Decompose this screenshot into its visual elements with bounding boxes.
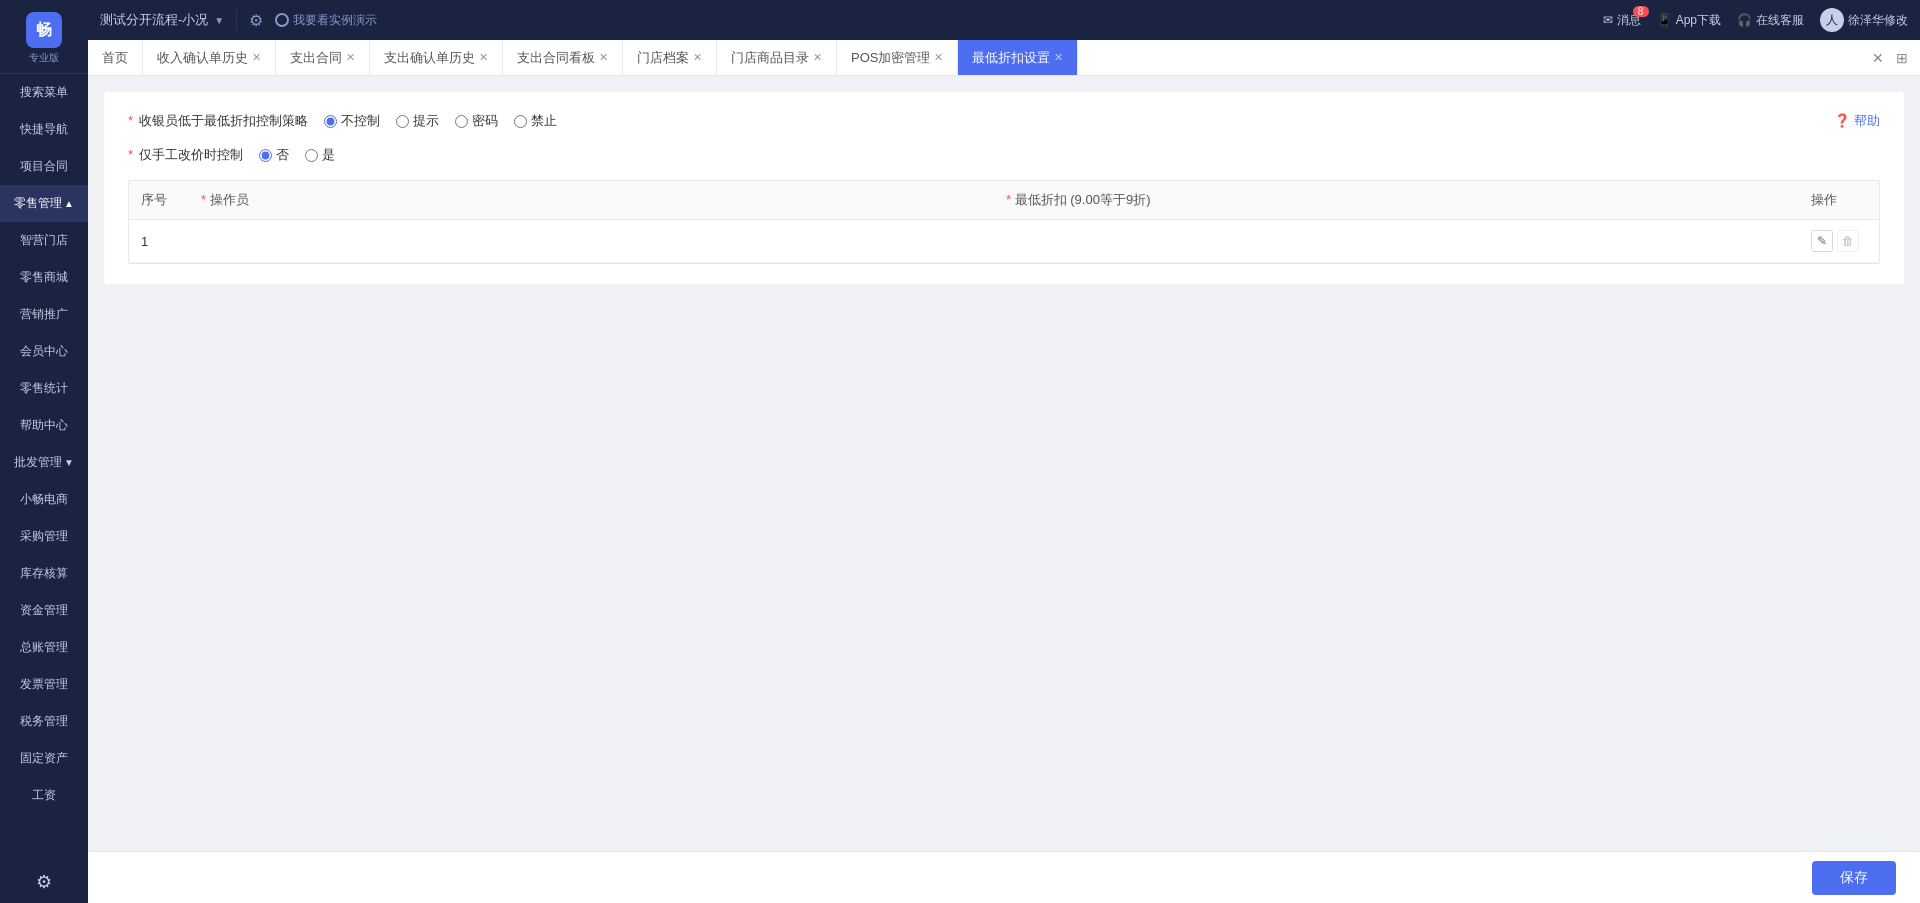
sidebar-item-project-contract[interactable]: 项目合同 [0, 148, 88, 185]
topbar-divider [236, 10, 237, 30]
project-arrow-icon: ▼ [214, 15, 224, 26]
manual-price-label: * 仅手工改价时控制 [128, 146, 243, 164]
demo-link[interactable]: 我要看实例演示 [275, 12, 377, 29]
topbar-right: ✉ 消息 8 📱 App下载 🎧 在线客服 人 徐泽华修改 [1603, 8, 1908, 32]
sidebar-item-fixed-assets[interactable]: 固定资产 [0, 740, 88, 777]
message-icon: ✉ [1603, 13, 1613, 27]
footer: 保存 [88, 851, 1920, 903]
table-body: 1 ✎ 🗑 [129, 220, 1879, 263]
sidebar-item-search[interactable]: 搜索菜单 [0, 74, 88, 111]
strategy-password[interactable]: 密码 [455, 112, 498, 130]
main-area: 测试分开流程-小况 ▼ ⚙ 我要看实例演示 ✉ 消息 8 📱 App下载 🎧 在… [88, 0, 1920, 903]
tab-min-discount-settings[interactable]: 最低折扣设置 ✕ [958, 40, 1078, 76]
online-service-button[interactable]: 🎧 在线客服 [1737, 12, 1804, 29]
tab-close-payment-confirm-hist[interactable]: ✕ [479, 51, 488, 64]
sidebar-item-tax-mgmt[interactable]: 税务管理 [0, 703, 88, 740]
sidebar-item-inventory[interactable]: 库存核算 [0, 555, 88, 592]
sidebar-item-purchase-mgmt[interactable]: 采购管理 [0, 518, 88, 555]
td-actions: ✎ 🗑 [1799, 220, 1879, 262]
tab-close-store-product-catalog[interactable]: ✕ [813, 51, 822, 64]
avatar: 人 [1820, 8, 1844, 32]
app-logo-text: 专业版 [29, 51, 59, 65]
user-profile[interactable]: 人 徐泽华修改 [1820, 8, 1908, 32]
tab-close-payment-contract[interactable]: ✕ [346, 51, 355, 64]
messages-button[interactable]: ✉ 消息 8 [1603, 12, 1641, 29]
manual-price-yes[interactable]: 是 [305, 146, 335, 164]
sidebar-item-retail-mall[interactable]: 零售商城 [0, 259, 88, 296]
edit-row-button[interactable]: ✎ [1811, 230, 1833, 252]
sidebar-item-member-center[interactable]: 会员中心 [0, 333, 88, 370]
strategy-radio-group: 不控制 提示 密码 禁止 [324, 112, 557, 130]
tabs-bar: 首页 收入确认单历史 ✕ 支出合同 ✕ 支出确认单历史 ✕ 支出合同看板 ✕ 门… [88, 40, 1920, 76]
tab-home[interactable]: 首页 [88, 40, 143, 76]
app-logo-icon: 畅 [26, 12, 62, 48]
strategy-prompt[interactable]: 提示 [396, 112, 439, 130]
tab-close-pos-password-mgmt[interactable]: ✕ [934, 51, 943, 64]
sidebar-logo: 畅 专业版 [0, 0, 88, 74]
topbar-settings-icon[interactable]: ⚙ [249, 11, 263, 30]
app-download-button[interactable]: 📱 App下载 [1657, 12, 1721, 29]
tab-close-min-discount-settings[interactable]: ✕ [1054, 51, 1063, 64]
manual-price-radio-group: 否 是 [259, 146, 335, 164]
tabs-close-all-icon[interactable]: ✕ [1868, 48, 1888, 68]
sidebar-item-batch-mgmt[interactable]: 批发管理 ▼ [0, 444, 88, 481]
delete-row-button[interactable]: 🗑 [1837, 230, 1859, 252]
settings-card: * 收银员低于最低折扣控制策略 不控制 提示 密码 [104, 92, 1904, 284]
project-selector[interactable]: 测试分开流程-小况 ▼ [100, 11, 224, 29]
save-button[interactable]: 保存 [1812, 861, 1896, 895]
td-seq: 1 [129, 224, 189, 259]
strategy-label: * 收银员低于最低折扣控制策略 [128, 112, 308, 130]
topbar: 测试分开流程-小况 ▼ ⚙ 我要看实例演示 ✉ 消息 8 📱 App下载 🎧 在… [88, 0, 1920, 40]
tab-close-store-archive[interactable]: ✕ [693, 51, 702, 64]
sidebar-item-salary[interactable]: 工资 [0, 777, 88, 814]
tab-income-confirm[interactable]: 收入确认单历史 ✕ [143, 40, 276, 76]
demo-circle-icon [275, 13, 289, 27]
manual-price-form-row: * 仅手工改价时控制 否 是 [128, 146, 1880, 164]
help-link[interactable]: ❓ 帮助 [1834, 112, 1880, 130]
headset-icon: 🎧 [1737, 13, 1752, 27]
tab-close-payment-contract-board[interactable]: ✕ [599, 51, 608, 64]
sidebar-item-ledger[interactable]: 总账管理 [0, 629, 88, 666]
sidebar-settings-icon[interactable]: ⚙ [0, 861, 88, 903]
sidebar: 畅 专业版 搜索菜单 快捷导航 项目合同 零售管理 ▲ 智营门店 零售商城 营销… [0, 0, 88, 903]
tabs-expand-icon[interactable]: ⊞ [1892, 48, 1912, 68]
sidebar-item-smart-store[interactable]: 智营门店 [0, 222, 88, 259]
discount-table: 序号 操作员 最低折扣 (9.00等于9折) 操作 1 [128, 180, 1880, 264]
th-operator: 操作员 [189, 181, 994, 219]
tabs-actions: ✕ ⊞ [1860, 48, 1920, 68]
td-min-discount [994, 231, 1799, 251]
messages-badge: 8 [1633, 6, 1649, 17]
strategy-forbid[interactable]: 禁止 [514, 112, 557, 130]
manual-price-no[interactable]: 否 [259, 146, 289, 164]
tab-payment-confirm-hist[interactable]: 支出确认单历史 ✕ [370, 40, 503, 76]
content-area: * 收银员低于最低折扣控制策略 不控制 提示 密码 [88, 76, 1920, 851]
strategy-no-control[interactable]: 不控制 [324, 112, 380, 130]
th-seq: 序号 [129, 181, 189, 219]
tab-payment-contract-board[interactable]: 支出合同看板 ✕ [503, 40, 623, 76]
sidebar-item-ecommerce[interactable]: 小畅电商 [0, 481, 88, 518]
strategy-form-row: * 收银员低于最低折扣控制策略 不控制 提示 密码 [128, 112, 1880, 130]
sidebar-item-invoice-mgmt[interactable]: 发票管理 [0, 666, 88, 703]
sidebar-item-retail-stats[interactable]: 零售统计 [0, 370, 88, 407]
tab-store-archive[interactable]: 门店档案 ✕ [623, 40, 717, 76]
table-row: 1 ✎ 🗑 [129, 220, 1879, 263]
project-name: 测试分开流程-小况 [100, 11, 208, 29]
sidebar-item-help-center[interactable]: 帮助中心 [0, 407, 88, 444]
th-actions: 操作 [1799, 181, 1879, 219]
tab-payment-contract[interactable]: 支出合同 ✕ [276, 40, 370, 76]
th-min-discount: 最低折扣 (9.00等于9折) [994, 181, 1799, 219]
table-header: 序号 操作员 最低折扣 (9.00等于9折) 操作 [129, 181, 1879, 220]
sidebar-item-shortcuts[interactable]: 快捷导航 [0, 111, 88, 148]
sidebar-item-retail-mgmt[interactable]: 零售管理 ▲ [0, 185, 88, 222]
mobile-icon: 📱 [1657, 13, 1672, 27]
tab-close-income-confirm[interactable]: ✕ [252, 51, 261, 64]
sidebar-item-marketing[interactable]: 营销推广 [0, 296, 88, 333]
td-operator [189, 231, 994, 251]
tab-pos-password-mgmt[interactable]: POS加密管理 ✕ [837, 40, 958, 76]
tab-store-product-catalog[interactable]: 门店商品目录 ✕ [717, 40, 837, 76]
sidebar-item-finance[interactable]: 资金管理 [0, 592, 88, 629]
